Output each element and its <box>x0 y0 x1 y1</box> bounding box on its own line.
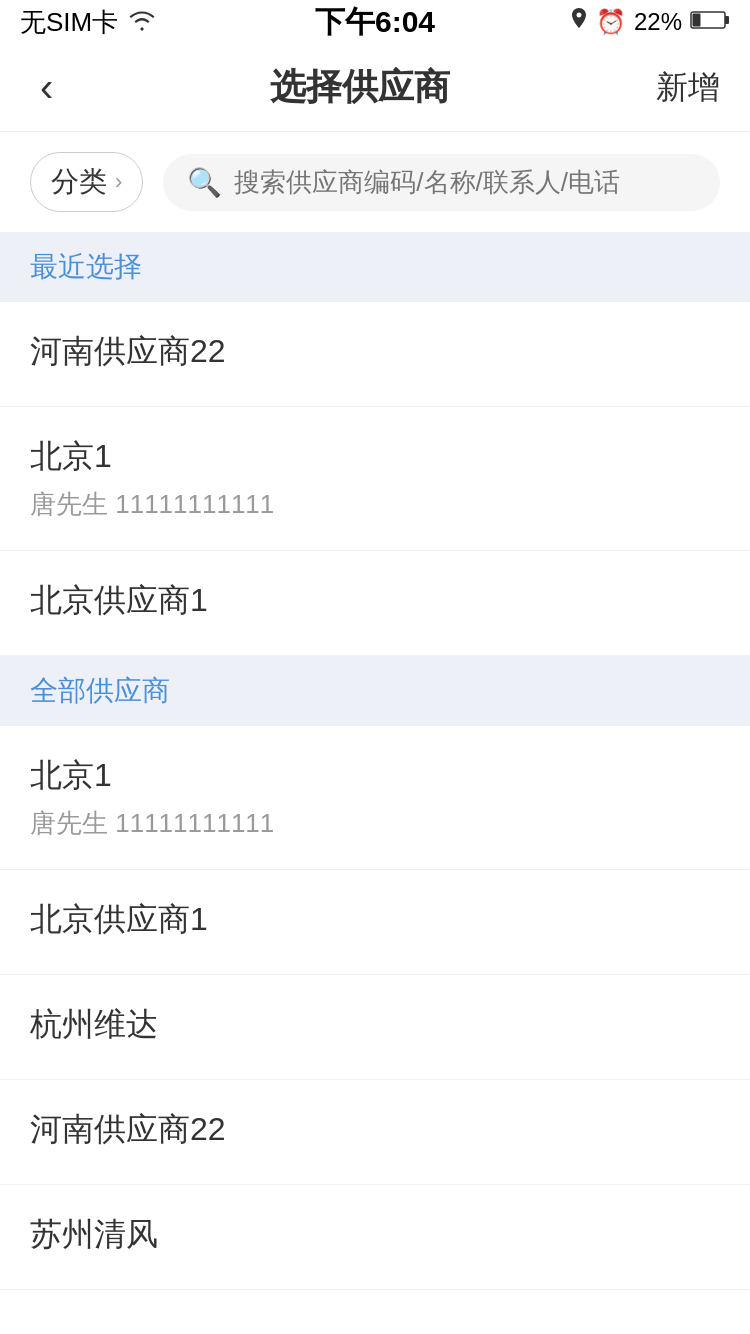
svg-rect-2 <box>693 14 701 27</box>
recent-list: 河南供应商22 北京1 唐先生 11111111111 北京供应商1 <box>0 302 750 656</box>
nav-bar: ‹ 选择供应商 新增 <box>0 44 750 132</box>
add-button[interactable]: 新增 <box>656 66 720 110</box>
list-item[interactable]: 苏州清风 <box>0 1185 750 1290</box>
recent-section-header: 最近选择 <box>0 232 750 302</box>
item-name: 河南供应商22 <box>30 330 720 374</box>
status-bar: 无SIM卡 下午6:04 ⏰ 22% <box>0 0 750 44</box>
carrier-label: 无SIM卡 <box>20 5 118 40</box>
list-item[interactable]: 河南供应商22 <box>0 1080 750 1185</box>
alarm-icon: ⏰ <box>596 8 626 36</box>
back-button[interactable]: ‹ <box>30 55 63 120</box>
list-item[interactable]: 北京1 唐先生 11111111111 <box>0 726 750 870</box>
item-sub: 唐先生 11111111111 <box>30 487 720 522</box>
category-filter-button[interactable]: 分类 › <box>30 152 143 212</box>
item-name: 北京1 <box>30 754 720 798</box>
list-item[interactable]: 河南供应商22 <box>0 302 750 407</box>
all-section-header: 全部供应商 <box>0 656 750 726</box>
list-item[interactable]: 杭州维达 <box>0 975 750 1080</box>
search-box: 🔍 <box>163 154 720 211</box>
status-time: 下午6:04 <box>315 2 435 43</box>
svg-rect-1 <box>725 16 729 24</box>
search-input[interactable] <box>234 167 696 198</box>
chevron-right-icon: › <box>115 169 122 195</box>
item-name: 河南供应商22 <box>30 1108 720 1152</box>
status-right: ⏰ 22% <box>570 8 730 36</box>
filter-bar: 分类 › 🔍 <box>0 132 750 232</box>
wifi-icon <box>128 7 156 38</box>
item-name: 北京1 <box>30 435 720 479</box>
item-name: 北京供应商1 <box>30 898 720 942</box>
battery-icon <box>690 8 730 36</box>
location-icon <box>570 8 588 36</box>
category-label: 分类 <box>51 163 107 201</box>
list-item[interactable]: 北京1 唐先生 11111111111 <box>0 407 750 551</box>
item-name: 苏州清风 <box>30 1213 720 1257</box>
item-name: 杭州维达 <box>30 1003 720 1047</box>
page-title: 选择供应商 <box>270 63 450 112</box>
status-left: 无SIM卡 <box>20 5 156 40</box>
list-item[interactable]: 北京供应商1 <box>0 870 750 975</box>
item-name: 北京供应商1 <box>30 579 720 623</box>
list-item[interactable]: 北京供应商1 <box>0 551 750 656</box>
battery-label: 22% <box>634 8 682 36</box>
all-list: 北京1 唐先生 11111111111 北京供应商1 杭州维达河南供应商22 苏州清风 <box>0 726 750 1290</box>
search-icon: 🔍 <box>187 166 222 199</box>
item-sub: 唐先生 11111111111 <box>30 806 720 841</box>
